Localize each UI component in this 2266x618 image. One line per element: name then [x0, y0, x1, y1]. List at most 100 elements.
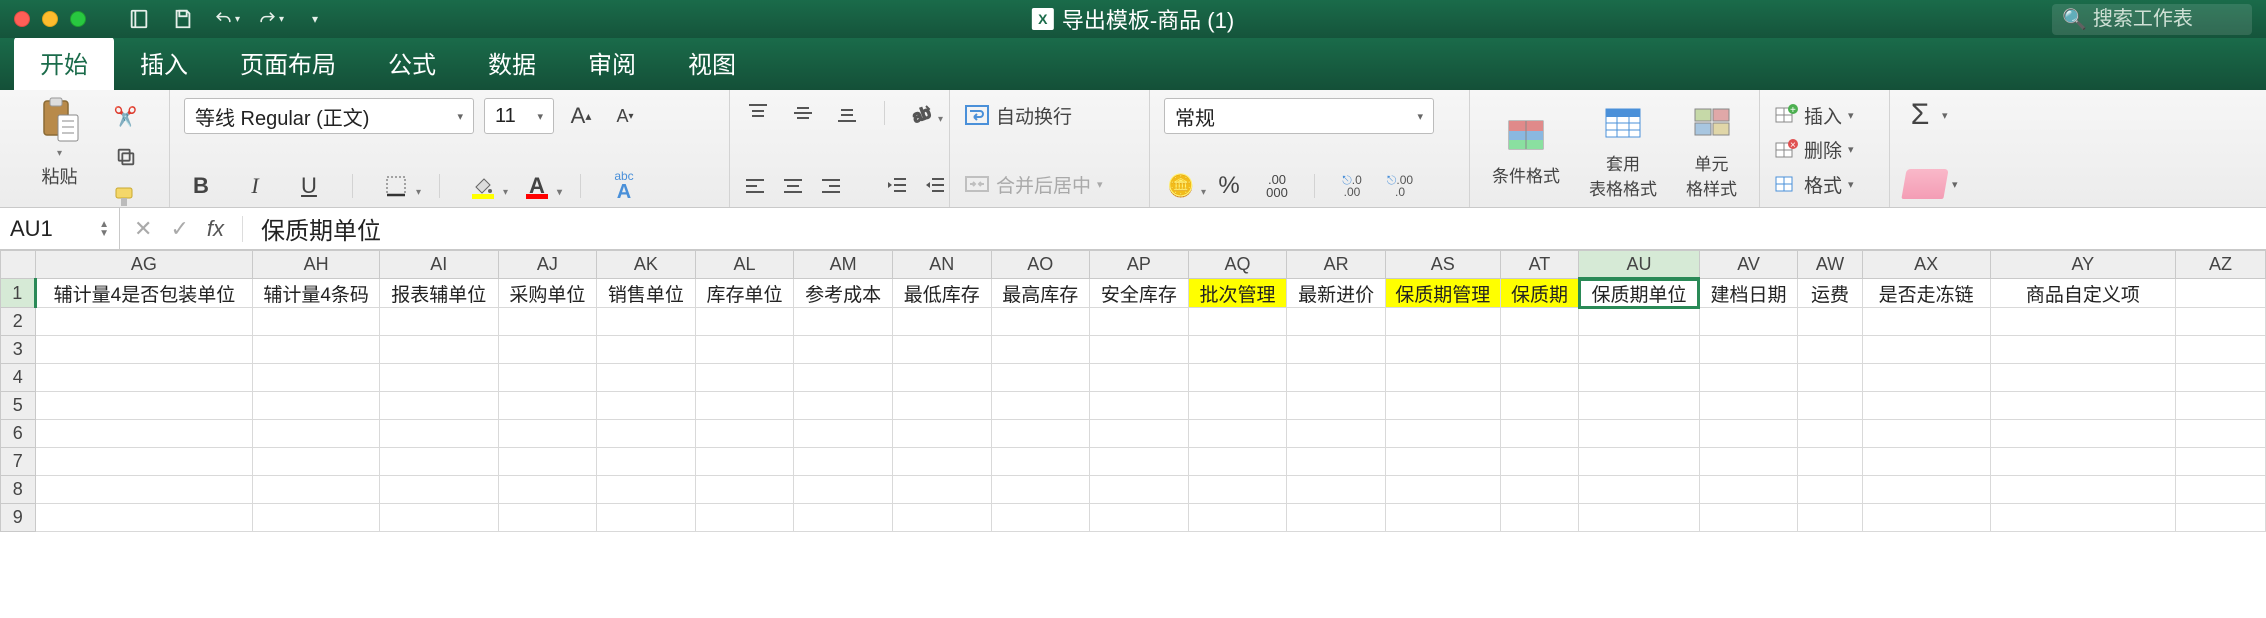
cell-AN5[interactable] [892, 392, 991, 420]
cell-AQ4[interactable] [1188, 364, 1287, 392]
cell-AR3[interactable] [1287, 336, 1386, 364]
cell-AG4[interactable] [35, 364, 253, 392]
cell-AZ3[interactable] [2176, 336, 2266, 364]
cell-AK6[interactable] [597, 420, 696, 448]
cell-AX5[interactable] [1862, 392, 1990, 420]
cell-AX1[interactable]: 是否走冻链 [1862, 279, 1990, 308]
cell-AR7[interactable] [1287, 448, 1386, 476]
name-box-stepper[interactable]: ▲▼ [99, 220, 109, 238]
cell-AN7[interactable] [892, 448, 991, 476]
cell-AJ5[interactable] [498, 392, 597, 420]
cell-AR5[interactable] [1287, 392, 1386, 420]
cell-AT1[interactable]: 保质期 [1500, 279, 1579, 308]
cell-AK3[interactable] [597, 336, 696, 364]
column-header-AK[interactable]: AK [597, 251, 696, 279]
tab-review[interactable]: 审阅 [562, 37, 662, 90]
cell-AQ2[interactable] [1188, 308, 1287, 336]
cell-AW3[interactable] [1798, 336, 1862, 364]
cell-AG5[interactable] [35, 392, 253, 420]
cell-AZ7[interactable] [2176, 448, 2266, 476]
row-header-9[interactable]: 9 [1, 504, 36, 532]
cell-AM7[interactable] [794, 448, 893, 476]
cell-AL7[interactable] [695, 448, 794, 476]
cell-AM9[interactable] [794, 504, 893, 532]
cell-AQ1[interactable]: 批次管理 [1188, 279, 1287, 308]
cell-AU3[interactable] [1579, 336, 1699, 364]
cell-AO4[interactable] [991, 364, 1090, 392]
cell-AS3[interactable] [1385, 336, 1500, 364]
cell-AJ9[interactable] [498, 504, 597, 532]
cell-AM8[interactable] [794, 476, 893, 504]
merge-center-button[interactable]: 合并后居中 ▾ [964, 167, 1135, 201]
increase-font-button[interactable]: A▴ [564, 101, 598, 131]
cell-AU5[interactable] [1579, 392, 1699, 420]
cell-AX8[interactable] [1862, 476, 1990, 504]
cell-AS8[interactable] [1385, 476, 1500, 504]
cell-AT5[interactable] [1500, 392, 1579, 420]
cell-AM4[interactable] [794, 364, 893, 392]
row-header-5[interactable]: 5 [1, 392, 36, 420]
cell-AI3[interactable] [380, 336, 499, 364]
cell-AL1[interactable]: 库存单位 [695, 279, 794, 308]
column-header-AO[interactable]: AO [991, 251, 1090, 279]
cell-AN3[interactable] [892, 336, 991, 364]
cell-AG9[interactable] [35, 504, 253, 532]
spreadsheet-grid[interactable]: AGAHAIAJAKALAMANAOAPAQARASATAUAVAWAXAYAZ… [0, 250, 2266, 532]
cell-AG1[interactable]: 辅计量4是否包装单位 [35, 279, 253, 308]
cell-AS4[interactable] [1385, 364, 1500, 392]
cell-AL8[interactable] [695, 476, 794, 504]
cell-AP9[interactable] [1090, 504, 1189, 532]
cell-AX9[interactable] [1862, 504, 1990, 532]
phonetic-button[interactable]: abc A [607, 171, 641, 201]
cell-AQ6[interactable] [1188, 420, 1287, 448]
cell-AX3[interactable] [1862, 336, 1990, 364]
paste-button[interactable]: ▾ 粘贴 [29, 98, 91, 189]
cell-AM6[interactable] [794, 420, 893, 448]
cell-AV3[interactable] [1699, 336, 1798, 364]
number-format-select[interactable]: 常规▾ [1164, 98, 1434, 134]
cell-AH2[interactable] [253, 308, 380, 336]
align-center-button[interactable] [782, 171, 804, 201]
cell-AI1[interactable]: 报表辅单位 [380, 279, 499, 308]
cell-AI7[interactable] [380, 448, 499, 476]
percent-button[interactable]: % [1212, 171, 1246, 201]
cell-AY9[interactable] [1990, 504, 2175, 532]
autosum-button[interactable]: Σ▾ [1904, 98, 1972, 132]
cell-AK8[interactable] [597, 476, 696, 504]
cell-AP7[interactable] [1090, 448, 1189, 476]
cell-AQ5[interactable] [1188, 392, 1287, 420]
fx-icon[interactable]: fx [207, 216, 224, 242]
orientation-button[interactable]: ab [906, 98, 935, 128]
row-header-6[interactable]: 6 [1, 420, 36, 448]
column-header-AN[interactable]: AN [892, 251, 991, 279]
cell-AI2[interactable] [380, 308, 499, 336]
cell-AR8[interactable] [1287, 476, 1386, 504]
conditional-format-button[interactable]: 条件格式 [1484, 112, 1568, 187]
align-middle-button[interactable] [789, 98, 818, 128]
copy-button[interactable] [111, 142, 141, 172]
undo-icon[interactable]: ▾ [214, 6, 240, 32]
currency-button[interactable]: 🪙 [1164, 171, 1198, 201]
cell-AW9[interactable] [1798, 504, 1862, 532]
cell-AJ8[interactable] [498, 476, 597, 504]
cell-AT6[interactable] [1500, 420, 1579, 448]
cell-AY2[interactable] [1990, 308, 2175, 336]
cell-AQ7[interactable] [1188, 448, 1287, 476]
wrap-text-button[interactable]: 自动换行 [964, 98, 1135, 132]
fill-color-button[interactable] [466, 171, 500, 201]
delete-cells-button[interactable]: × 删除▾ [1774, 133, 1875, 167]
cell-AZ4[interactable] [2176, 364, 2266, 392]
column-header-AW[interactable]: AW [1798, 251, 1862, 279]
align-top-button[interactable] [744, 98, 773, 128]
underline-button[interactable]: U [292, 171, 326, 201]
cell-AW1[interactable]: 运费 [1798, 279, 1862, 308]
cut-button[interactable]: ✂️ [111, 102, 141, 132]
cell-AG3[interactable] [35, 336, 253, 364]
cell-AJ1[interactable]: 采购单位 [498, 279, 597, 308]
cell-AO3[interactable] [991, 336, 1090, 364]
cell-AY6[interactable] [1990, 420, 2175, 448]
cell-AM1[interactable]: 参考成本 [794, 279, 893, 308]
search-sheet[interactable]: 🔍 [2052, 4, 2252, 35]
column-header-AJ[interactable]: AJ [498, 251, 597, 279]
cell-AP2[interactable] [1090, 308, 1189, 336]
